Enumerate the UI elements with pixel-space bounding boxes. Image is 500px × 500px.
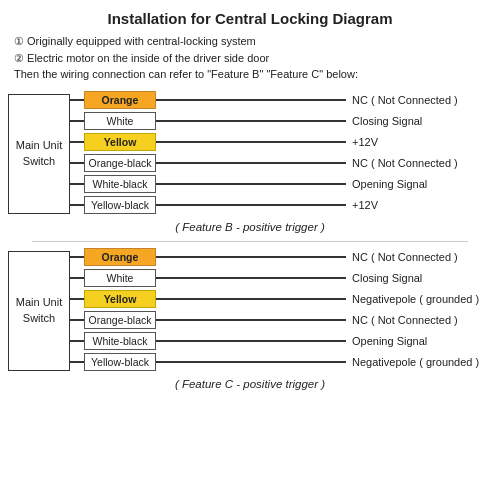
wire-row: Yellow Negativepole ( grounded ) xyxy=(70,290,492,308)
wire-line-right xyxy=(156,256,346,258)
wire-line-left xyxy=(70,340,84,342)
feature-label-feature-b: ( Feature B - positive trigger ) xyxy=(175,221,325,233)
wire-line-left xyxy=(70,298,84,300)
wire-label-feature-b-5: Yellow-black xyxy=(84,196,156,214)
wire-line-right xyxy=(156,120,346,122)
wire-row: Orange NC ( Not Connected ) xyxy=(70,91,492,109)
wires-area-feature-b: Orange NC ( Not Connected ) White Closing S… xyxy=(70,91,492,217)
wire-signal-feature-b-5: +12V xyxy=(352,199,492,211)
wire-row: Orange NC ( Not Connected ) xyxy=(70,248,492,266)
wire-line-left xyxy=(70,319,84,321)
wire-line-right xyxy=(156,183,346,185)
wire-row: White Closing Signal xyxy=(70,269,492,287)
wire-row: White-black Opening Signal xyxy=(70,175,492,193)
wire-row: White-black Opening Signal xyxy=(70,332,492,350)
wire-signal-feature-b-3: NC ( Not Connected ) xyxy=(352,157,492,169)
subtitle-line-1: ① Originally equipped with central-locki… xyxy=(14,33,492,50)
main-unit-box-feature-b: Main Unit Switch xyxy=(8,94,70,214)
wire-signal-feature-c-1: Closing Signal xyxy=(352,272,492,284)
wire-label-feature-c-3: Orange-black xyxy=(84,311,156,329)
wire-label-feature-c-2: Yellow xyxy=(84,290,156,308)
wire-line-right xyxy=(156,141,346,143)
feature-label-feature-c: ( Feature C - positive trigger ) xyxy=(175,378,325,390)
wire-signal-feature-c-2: Negativepole ( grounded ) xyxy=(352,293,492,305)
wire-label-feature-b-0: Orange xyxy=(84,91,156,109)
wire-line-right xyxy=(156,162,346,164)
wire-label-feature-b-4: White-black xyxy=(84,175,156,193)
diagram-section-feature-c: Main Unit Switch Orange NC ( Not Connected… xyxy=(8,248,492,390)
section-divider xyxy=(32,241,468,242)
wire-line-right xyxy=(156,204,346,206)
wire-line-right xyxy=(156,340,346,342)
wire-label-feature-b-1: White xyxy=(84,112,156,130)
subtitle-line-3: Then the wiring connection can refer to … xyxy=(14,66,492,83)
wire-signal-feature-c-5: Negativepole ( grounded ) xyxy=(352,356,492,368)
wire-row: Yellow-black Negativepole ( grounded ) xyxy=(70,353,492,371)
wire-line-right xyxy=(156,298,346,300)
wire-label-feature-b-3: Orange-black xyxy=(84,154,156,172)
wire-line-left xyxy=(70,204,84,206)
wire-line-right xyxy=(156,277,346,279)
wire-signal-feature-b-1: Closing Signal xyxy=(352,115,492,127)
wire-row: Yellow-black +12V xyxy=(70,196,492,214)
wire-label-feature-c-4: White-black xyxy=(84,332,156,350)
wire-signal-feature-c-4: Opening Signal xyxy=(352,335,492,347)
wire-line-left xyxy=(70,162,84,164)
wire-row: White Closing Signal xyxy=(70,112,492,130)
wire-signal-feature-b-4: Opening Signal xyxy=(352,178,492,190)
page-title: Installation for Central Locking Diagram xyxy=(8,10,492,27)
wire-line-left xyxy=(70,141,84,143)
wire-line-right xyxy=(156,319,346,321)
wire-row: Orange-black NC ( Not Connected ) xyxy=(70,311,492,329)
wire-signal-feature-b-0: NC ( Not Connected ) xyxy=(352,94,492,106)
wire-signal-feature-b-2: +12V xyxy=(352,136,492,148)
wire-label-feature-b-2: Yellow xyxy=(84,133,156,151)
wire-line-left xyxy=(70,256,84,258)
wire-line-left xyxy=(70,120,84,122)
wires-area-feature-c: Orange NC ( Not Connected ) White Closing S… xyxy=(70,248,492,374)
wire-line-left xyxy=(70,277,84,279)
diagram-section-feature-b: Main Unit Switch Orange NC ( Not Connected… xyxy=(8,91,492,233)
wire-line-right xyxy=(156,361,346,363)
wire-signal-feature-c-0: NC ( Not Connected ) xyxy=(352,251,492,263)
wire-signal-feature-c-3: NC ( Not Connected ) xyxy=(352,314,492,326)
subtitle-line-2: ② Electric motor on the inside of the dr… xyxy=(14,50,492,67)
wire-line-left xyxy=(70,361,84,363)
wire-line-right xyxy=(156,99,346,101)
wire-label-feature-c-5: Yellow-black xyxy=(84,353,156,371)
main-unit-box-feature-c: Main Unit Switch xyxy=(8,251,70,371)
wire-label-feature-c-1: White xyxy=(84,269,156,287)
wire-row: Yellow +12V xyxy=(70,133,492,151)
wire-row: Orange-black NC ( Not Connected ) xyxy=(70,154,492,172)
wire-line-left xyxy=(70,183,84,185)
wire-line-left xyxy=(70,99,84,101)
subtitle-area: ① Originally equipped with central-locki… xyxy=(8,33,492,83)
wire-label-feature-c-0: Orange xyxy=(84,248,156,266)
